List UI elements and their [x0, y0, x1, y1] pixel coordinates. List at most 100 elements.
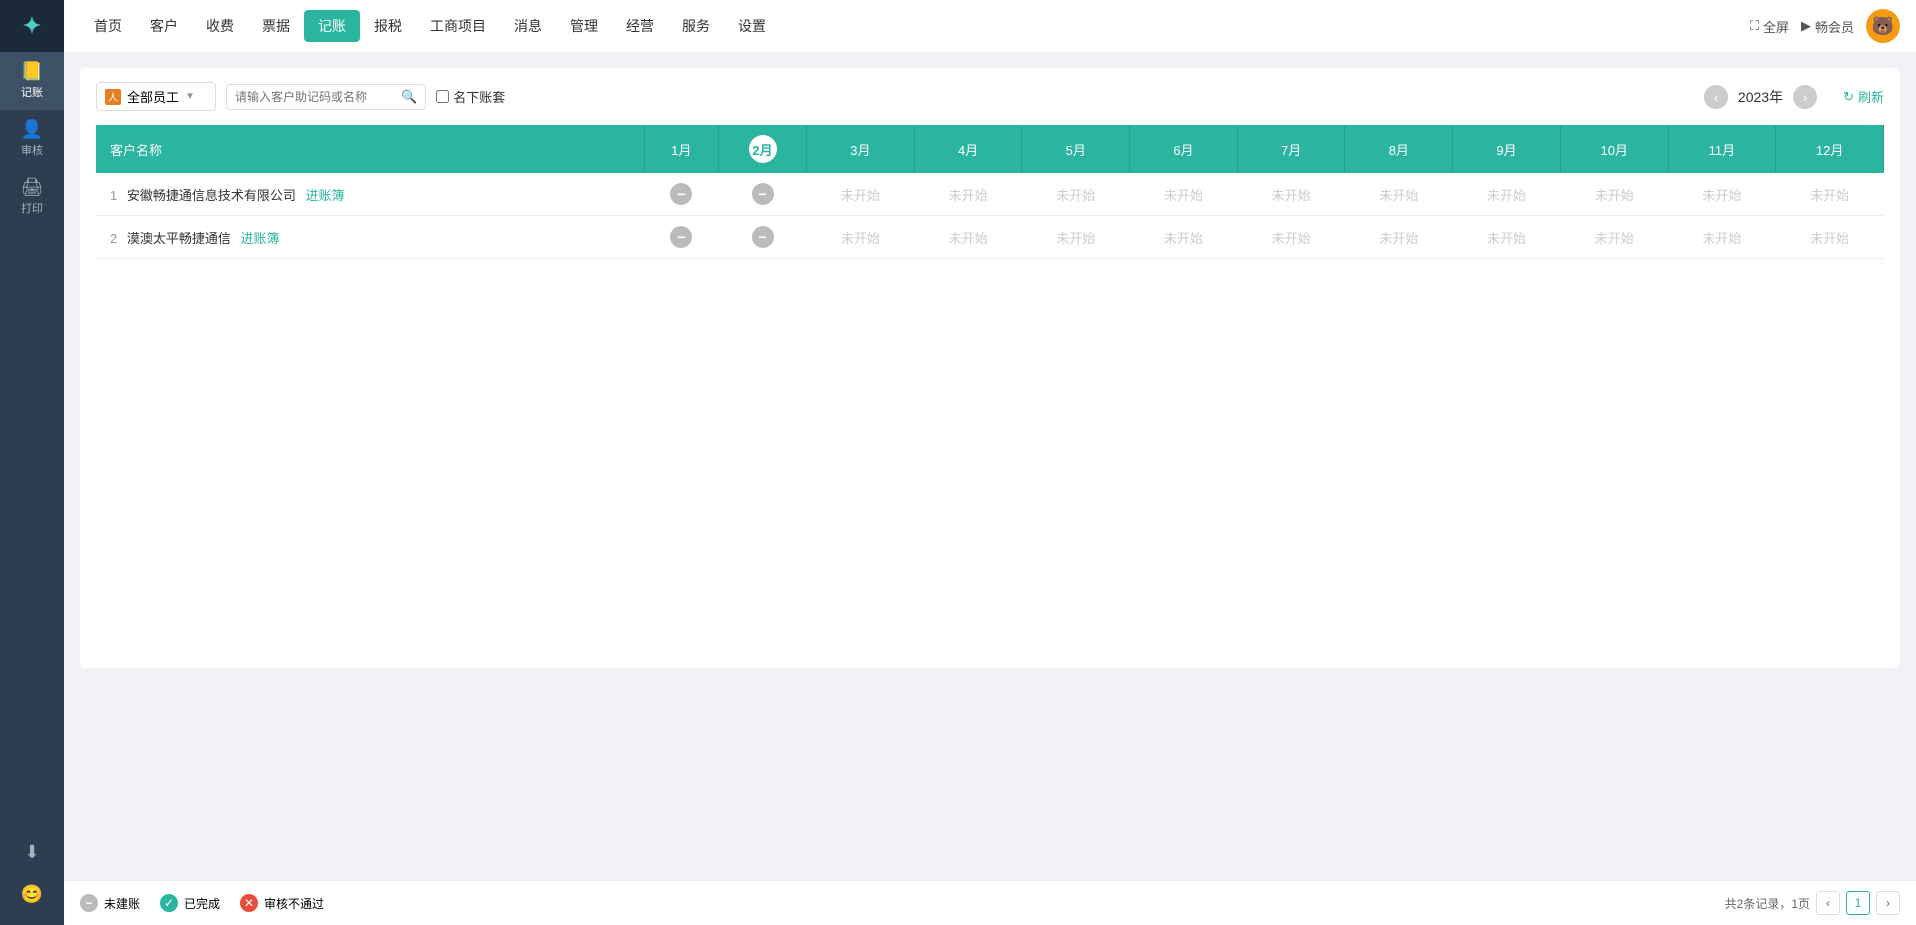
topnav-right: ⛶ 全屏 ▶ 畅会员 🐻 — [1750, 9, 1900, 43]
status-not-started: 未开始 — [1056, 231, 1095, 246]
sidebar-item-support[interactable]: 😊 — [0, 875, 64, 913]
avatar[interactable]: 🐻 — [1866, 9, 1900, 43]
pagination: 共2条记录，1页 ‹ 1 › — [1725, 891, 1900, 915]
enter-account-link[interactable]: 进账簿 — [306, 188, 345, 203]
row2-dec: 未开始 — [1776, 216, 1884, 259]
row1-oct: 未开始 — [1560, 173, 1668, 216]
row1-feb: − — [718, 173, 806, 216]
fullscreen-label: 全屏 — [1763, 17, 1789, 36]
th-oct: 10月 — [1560, 125, 1668, 173]
nav-business[interactable]: 工商项目 — [416, 10, 500, 42]
row2-apr: 未开始 — [914, 216, 1022, 259]
nav-tax[interactable]: 报税 — [360, 10, 416, 42]
chevron-down-icon: ▼ — [185, 91, 195, 102]
search-icon[interactable]: 🔍 — [401, 89, 417, 105]
logo: ✦ — [0, 0, 64, 52]
audit-icon: 👤 — [21, 120, 43, 138]
status-not-started: 未开始 — [1056, 188, 1095, 203]
row1-jul: 未开始 — [1237, 173, 1345, 216]
company-name: 安徽畅捷通信息技术有限公司 — [127, 188, 296, 203]
legend-not-built-icon: − — [80, 894, 98, 912]
legend-not-built-label: 未建账 — [104, 895, 140, 912]
row1-mar: 未开始 — [807, 173, 915, 216]
accounting-icon: 📒 — [21, 62, 43, 80]
status-not-started: 未开始 — [1702, 231, 1741, 246]
status-not-started: 未开始 — [1595, 231, 1634, 246]
my-accounts-checkbox[interactable] — [436, 90, 449, 103]
refresh-icon: ↻ — [1843, 89, 1854, 105]
row2-aug: 未开始 — [1345, 216, 1453, 259]
legend-completed: ✓ 已完成 — [160, 894, 220, 912]
row2-sep: 未开始 — [1453, 216, 1561, 259]
row1-dec: 未开始 — [1776, 173, 1884, 216]
prev-year-button[interactable]: ‹ — [1704, 85, 1728, 109]
prev-page-button[interactable]: ‹ — [1816, 891, 1840, 915]
year-display: 2023年 — [1738, 87, 1783, 107]
table-scroll: 客户名称 1月 2月 3月 4月 5月 6月 7月 8月 9月 — [96, 125, 1884, 259]
current-page: 1 — [1846, 891, 1870, 915]
th-may: 5月 — [1022, 125, 1130, 173]
enter-account-link[interactable]: 进账簿 — [241, 231, 280, 246]
nav-customer[interactable]: 客户 — [136, 10, 192, 42]
status-not-started: 未开始 — [1379, 188, 1418, 203]
status-not-started: 未开始 — [1379, 231, 1418, 246]
search-input-wrap: 🔍 — [226, 84, 426, 110]
row2-nov: 未开始 — [1668, 216, 1776, 259]
vip-button[interactable]: ▶ 畅会员 — [1801, 17, 1854, 36]
status-not-started: 未开始 — [1164, 231, 1203, 246]
fullscreen-icon: ⛶ — [1750, 18, 1759, 34]
sidebar-item-audit[interactable]: 👤 审核 — [0, 110, 64, 168]
status-not-started: 未开始 — [841, 188, 880, 203]
sidebar-item-accounting-label: 记账 — [21, 84, 43, 100]
row1-aug: 未开始 — [1345, 173, 1453, 216]
th-dec: 12月 — [1776, 125, 1884, 173]
row2-jul: 未开始 — [1237, 216, 1345, 259]
toolbar: 人 全部员工 ▼ 🔍 名下账套 ‹ 2023年 › — [96, 82, 1884, 111]
year-nav: ‹ 2023年 › — [1704, 85, 1817, 109]
content-card: 人 全部员工 ▼ 🔍 名下账套 ‹ 2023年 › — [80, 68, 1900, 668]
print-icon: 🖨 — [21, 178, 44, 196]
employee-select[interactable]: 人 全部员工 ▼ — [96, 82, 216, 111]
row-number: 1 — [110, 188, 117, 203]
next-year-button[interactable]: › — [1793, 85, 1817, 109]
row1-may: 未开始 — [1022, 173, 1130, 216]
nav-service[interactable]: 服务 — [668, 10, 724, 42]
row2-jan: − — [644, 216, 718, 259]
row-number: 2 — [110, 231, 117, 246]
nav-operation[interactable]: 经营 — [612, 10, 668, 42]
vip-label: 畅会员 — [1815, 17, 1854, 36]
fullscreen-button[interactable]: ⛶ 全屏 — [1750, 17, 1789, 36]
nav-billing[interactable]: 收费 — [192, 10, 248, 42]
th-apr: 4月 — [914, 125, 1022, 173]
nav-manage[interactable]: 管理 — [556, 10, 612, 42]
table-header-row: 客户名称 1月 2月 3月 4月 5月 6月 7月 8月 9月 — [96, 125, 1884, 173]
status-icon: − — [670, 226, 692, 248]
status-not-started: 未开始 — [1164, 188, 1203, 203]
sidebar-item-download[interactable]: ⬇ — [0, 833, 64, 871]
nav-settings[interactable]: 设置 — [724, 10, 780, 42]
content: 人 全部员工 ▼ 🔍 名下账套 ‹ 2023年 › — [64, 52, 1916, 880]
nav-home[interactable]: 首页 — [80, 10, 136, 42]
th-jul: 7月 — [1237, 125, 1345, 173]
footer: − 未建账 ✓ 已完成 ✕ 审核不通过 共2条记录，1页 ‹ 1 › — [64, 880, 1916, 925]
legend-rejected-label: 审核不通过 — [264, 895, 324, 912]
nav-message[interactable]: 消息 — [500, 10, 556, 42]
th-mar: 3月 — [807, 125, 915, 173]
status-not-started: 未开始 — [1702, 188, 1741, 203]
th-jan: 1月 — [644, 125, 718, 173]
current-month-circle: 2月 — [749, 135, 777, 163]
legend-rejected: ✕ 审核不通过 — [240, 894, 324, 912]
status-not-started: 未开始 — [1487, 188, 1526, 203]
my-accounts-checkbox-label[interactable]: 名下账套 — [436, 87, 505, 106]
status-not-started: 未开始 — [1272, 231, 1311, 246]
nav-invoice[interactable]: 票据 — [248, 10, 304, 42]
row1-jun: 未开始 — [1130, 173, 1238, 216]
legend-not-built: − 未建账 — [80, 894, 140, 912]
vip-icon: ▶ — [1801, 18, 1811, 34]
nav-accounting[interactable]: 记账 — [304, 10, 360, 42]
sidebar-item-accounting[interactable]: 📒 记账 — [0, 52, 64, 110]
search-input[interactable] — [235, 90, 395, 104]
refresh-button[interactable]: ↻ 刷新 — [1843, 87, 1884, 106]
next-page-button[interactable]: › — [1876, 891, 1900, 915]
sidebar-item-print[interactable]: 🖨 打印 — [0, 168, 64, 226]
